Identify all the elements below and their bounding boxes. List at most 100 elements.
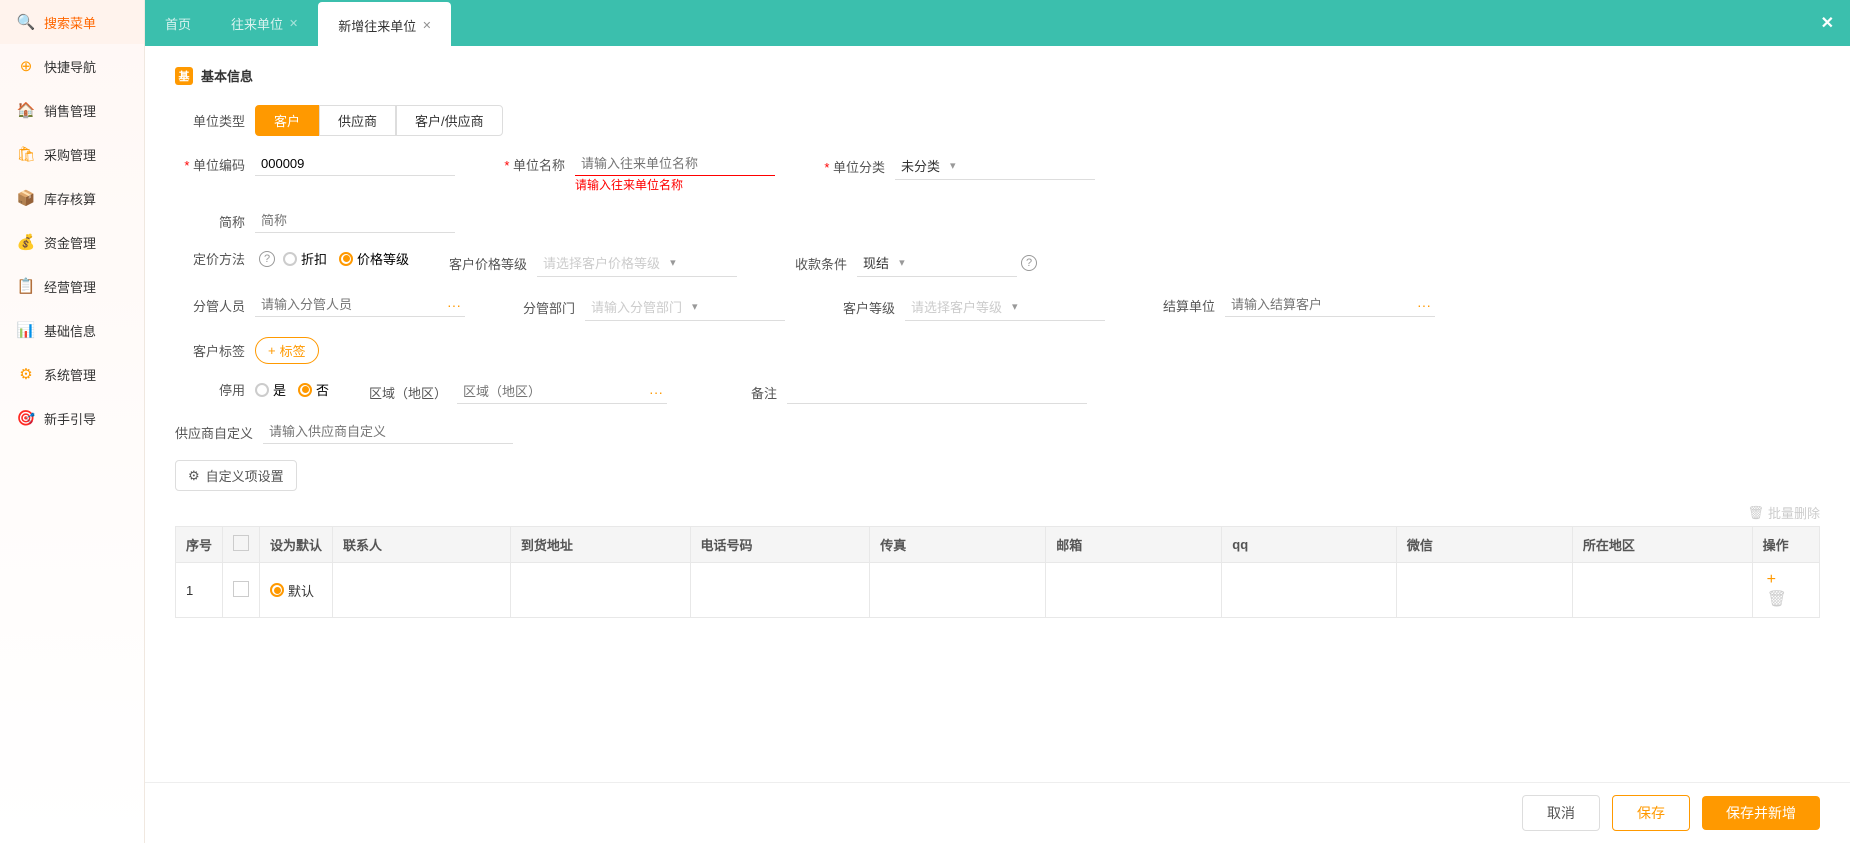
row-email-input[interactable] xyxy=(1056,583,1211,598)
radio-price-level[interactable]: 价格等级 xyxy=(339,249,409,268)
sales-icon: 🏠 xyxy=(16,100,36,120)
supplier-custom-input[interactable] xyxy=(263,420,513,444)
row-default-radio[interactable]: 默认 xyxy=(270,581,322,600)
row-qq[interactable] xyxy=(1222,563,1397,618)
field-dept: 分管部门 请输入分管部门 ▾ xyxy=(505,293,785,321)
row-qq-input[interactable] xyxy=(1232,583,1386,598)
add-tag-icon: + xyxy=(268,343,276,358)
add-tag-button[interactable]: + 标签 xyxy=(255,337,319,364)
row-fax[interactable] xyxy=(870,563,1046,618)
btn-both[interactable]: 客户/供应商 xyxy=(396,105,503,136)
row-phone[interactable] xyxy=(690,563,870,618)
short-name-input[interactable] xyxy=(255,209,455,233)
col-fax: 传真 xyxy=(870,527,1046,563)
dept-chevron[interactable]: ▾ xyxy=(688,300,702,313)
payment-terms-hint-icon[interactable]: ? xyxy=(1021,255,1037,271)
payment-terms-label: 收款条件 xyxy=(777,254,857,273)
close-tab-new-partner-icon[interactable]: ✕ xyxy=(422,19,431,32)
sidebar-item-basic[interactable]: 📊 基础信息 xyxy=(0,308,144,352)
row-email[interactable] xyxy=(1046,563,1222,618)
add-tag-label: 标签 xyxy=(280,341,306,360)
sidebar-item-inventory[interactable]: 📦 库存核算 xyxy=(0,176,144,220)
row-address[interactable] xyxy=(510,563,690,618)
btn-customer[interactable]: 客户 xyxy=(255,105,319,136)
row-wechat[interactable] xyxy=(1396,563,1572,618)
row-fax-input[interactable] xyxy=(880,583,1035,598)
row-customer-tag: 客户标签 + 标签 xyxy=(175,337,1820,364)
radio-discount-label: 折扣 xyxy=(301,249,327,268)
settlement-unit-input[interactable] xyxy=(1225,293,1413,316)
manager-input[interactable] xyxy=(255,293,443,316)
field-disabled: 停用 是 否 xyxy=(175,380,329,399)
unit-name-error: 请输入往来单位名称 xyxy=(575,178,683,192)
row-address-input[interactable] xyxy=(521,583,680,598)
search-menu-icon: 🔍 xyxy=(16,12,36,32)
customer-level-placeholder: 请选择客户等级 xyxy=(905,293,1008,320)
batch-delete-label[interactable]: 批量删除 xyxy=(1768,503,1820,522)
radio-discount[interactable]: 折扣 xyxy=(283,249,327,268)
row-add-button[interactable]: + xyxy=(1763,571,1780,588)
row-checkbox[interactable] xyxy=(233,581,249,597)
row-supplier-custom: 供应商自定义 xyxy=(175,420,1820,444)
row-area[interactable] xyxy=(1572,563,1752,618)
row-area-input[interactable] xyxy=(1583,583,1742,598)
custom-settings-button[interactable]: ⚙ 自定义项设置 xyxy=(175,460,297,491)
select-all-checkbox[interactable] xyxy=(233,535,249,551)
manager-more-icon[interactable]: ··· xyxy=(443,297,465,313)
pricing-hint-icon[interactable]: ? xyxy=(259,251,275,267)
unit-category-chevron[interactable]: ▾ xyxy=(946,159,960,172)
tab-bar: 首页 往来单位 ✕ 新增往来单位 ✕ ✕ xyxy=(145,0,1850,46)
unit-code-input[interactable] xyxy=(255,152,455,176)
radio-discount-circle xyxy=(283,252,297,266)
sidebar-item-quicknav[interactable]: ⊕ 快捷导航 xyxy=(0,44,144,88)
sidebar-item-search[interactable]: 🔍 搜索菜单 xyxy=(0,0,144,44)
payment-terms-chevron[interactable]: ▾ xyxy=(895,256,909,269)
field-unit-code: 单位编码 xyxy=(175,152,455,176)
tab-home-label: 首页 xyxy=(165,14,191,33)
customer-price-level-chevron[interactable]: ▾ xyxy=(666,256,680,269)
cancel-button[interactable]: 取消 xyxy=(1522,795,1600,831)
row-delete-button[interactable]: 🗑 xyxy=(1763,591,1791,608)
customer-level-chevron[interactable]: ▾ xyxy=(1008,300,1022,313)
sidebar-item-ops[interactable]: 📋 经营管理 xyxy=(0,264,144,308)
save-new-button[interactable]: 保存并新增 xyxy=(1702,796,1820,830)
row-contact-input[interactable] xyxy=(343,583,500,598)
payment-terms-value: 现结 xyxy=(857,249,895,276)
sidebar-item-purchase[interactable]: 🛍 采购管理 xyxy=(0,132,144,176)
row-default: 默认 xyxy=(260,563,333,618)
table-row: 1 默认 xyxy=(176,563,1820,618)
region-label: 区域（地区） xyxy=(369,383,457,402)
section-icon: 基 xyxy=(175,67,193,85)
unit-name-input[interactable] xyxy=(575,152,775,176)
sidebar-item-sales[interactable]: 🏠 销售管理 xyxy=(0,88,144,132)
field-settlement-unit: 结算单位 ··· xyxy=(1145,293,1435,317)
radio-disabled-yes[interactable]: 是 xyxy=(255,380,286,399)
row-contact[interactable] xyxy=(333,563,511,618)
settlement-unit-more-icon[interactable]: ··· xyxy=(1413,297,1435,313)
tab-new-partner[interactable]: 新增往来单位 ✕ xyxy=(318,2,451,48)
save-button[interactable]: 保存 xyxy=(1612,795,1690,831)
region-input[interactable] xyxy=(457,380,645,403)
btn-supplier[interactable]: 供应商 xyxy=(319,105,396,136)
customer-level-label: 客户等级 xyxy=(825,298,905,317)
row-action: + 🗑 xyxy=(1752,563,1819,618)
close-tab-partner-icon[interactable]: ✕ xyxy=(289,17,298,30)
row-code-name-category: 单位编码 单位名称 请输入往来单位名称 单位分类 未分类 xyxy=(175,152,1820,193)
remarks-input[interactable] xyxy=(787,380,1087,404)
row-wechat-input[interactable] xyxy=(1407,583,1562,598)
sidebar-item-guide[interactable]: 🎯 新手引导 xyxy=(0,396,144,440)
customer-price-level-label: 客户价格等级 xyxy=(449,254,537,273)
radio-yes-label: 是 xyxy=(273,380,286,399)
field-remarks: 备注 xyxy=(707,380,1087,404)
sidebar-item-sys[interactable]: ⚙ 系统管理 xyxy=(0,352,144,396)
row-phone-input[interactable] xyxy=(701,583,860,598)
radio-disabled-no[interactable]: 否 xyxy=(298,380,329,399)
sidebar-item-finance[interactable]: 💰 资金管理 xyxy=(0,220,144,264)
tab-partner-list[interactable]: 往来单位 ✕ xyxy=(211,0,318,46)
tab-home[interactable]: 首页 xyxy=(145,0,211,46)
field-payment-terms: 收款条件 现结 ▾ ? xyxy=(777,249,1037,277)
supplier-custom-label: 供应商自定义 xyxy=(175,423,263,442)
region-more-icon[interactable]: ··· xyxy=(645,384,667,400)
tab-bar-close-button[interactable]: ✕ xyxy=(1805,13,1850,33)
field-customer-price-level: 客户价格等级 请选择客户价格等级 ▾ xyxy=(449,249,737,277)
